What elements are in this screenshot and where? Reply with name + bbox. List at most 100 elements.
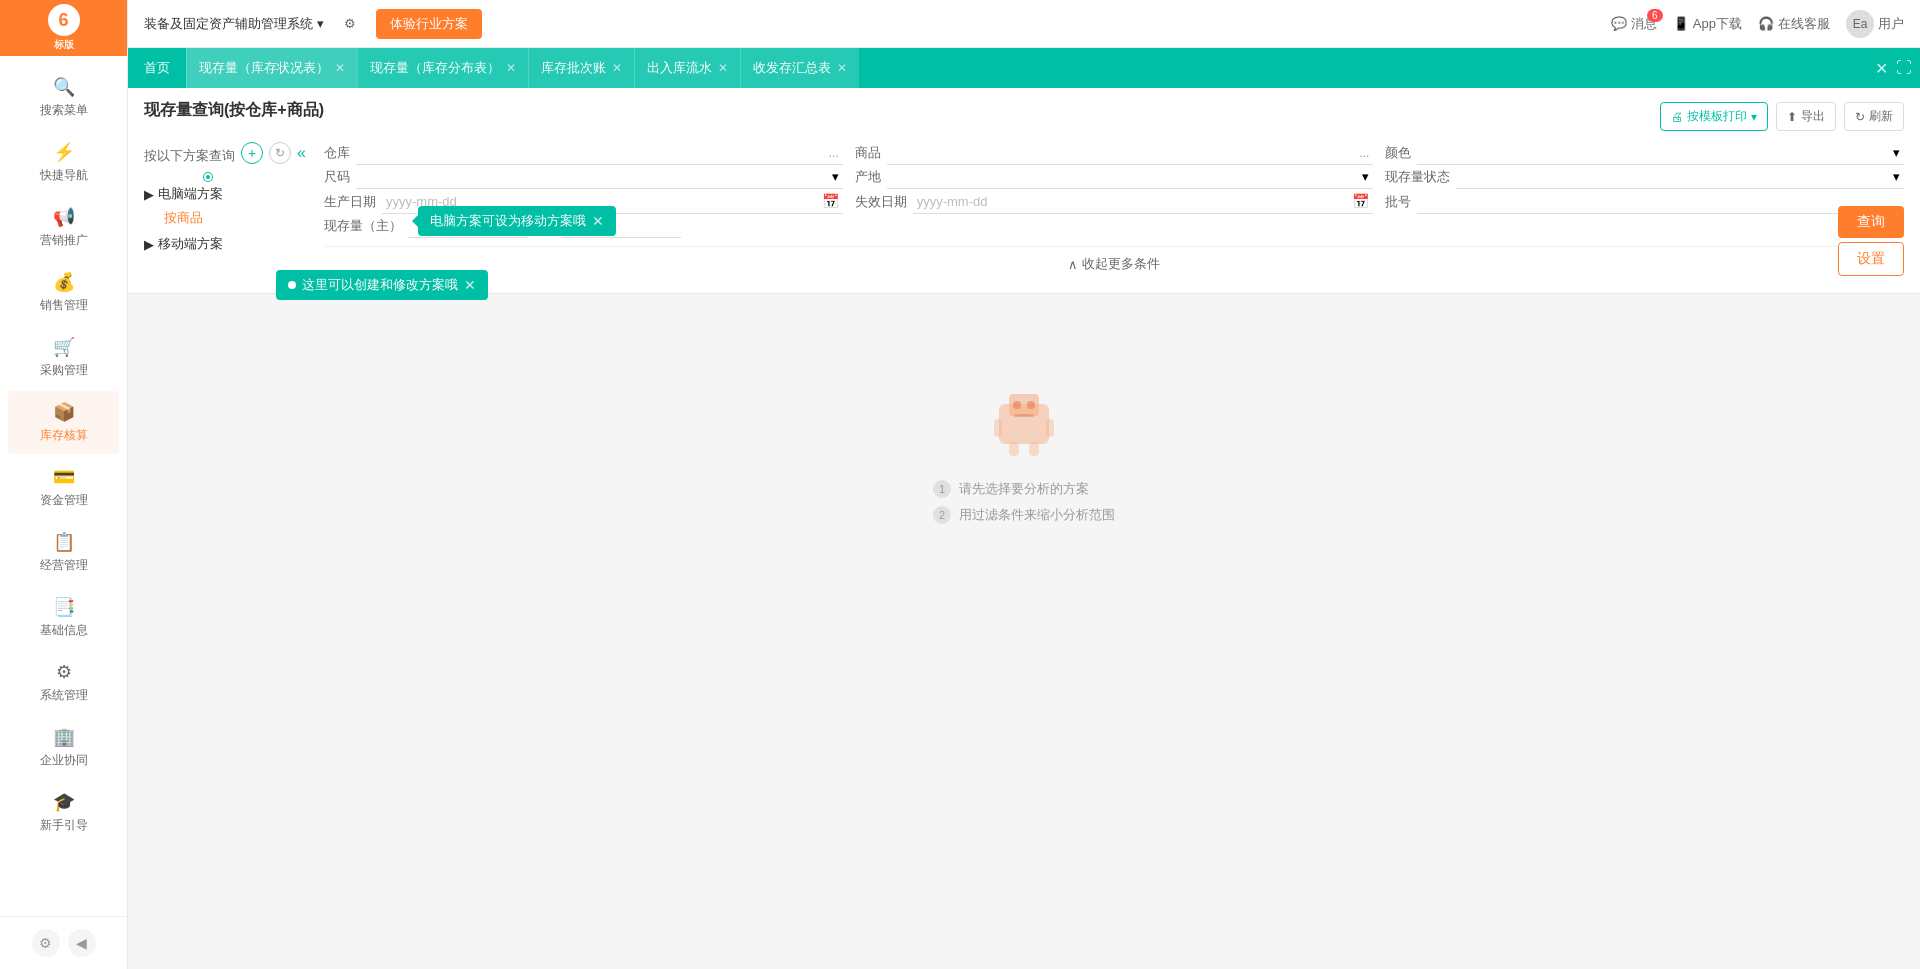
tab-bar: 首页 现存量（库存状况表） ✕ 现存量（库存分布表） ✕ 库存批次账 ✕ 出入库… (128, 48, 1920, 88)
collapse-btn[interactable]: ∧ 收起更多条件 (1068, 255, 1160, 273)
sidebar-item-operations[interactable]: 📋 经营管理 (8, 521, 119, 584)
app-download-btn[interactable]: 📱 App下载 (1673, 15, 1742, 33)
sidebar-item-guide[interactable]: 🎓 新手引导 (8, 781, 119, 844)
schema-group-pc: ▶ 电脑端方案 按商品 (144, 185, 312, 231)
schema-sidebar: 按以下方案查询 + ↻ « ▶ 电脑端方案 (144, 141, 324, 253)
size-select[interactable]: ▾ (356, 165, 843, 189)
tab-inventory-status-close-icon[interactable]: ✕ (335, 61, 345, 75)
online-support-label: 在线客服 (1778, 15, 1830, 33)
message-icon: 💬 (1611, 16, 1627, 31)
schema-refresh-btn[interactable]: ↻ (269, 142, 291, 164)
stock-status-field: 现存量状态 ▾ (1385, 165, 1904, 189)
sidebar-item-finance[interactable]: 💳 资金管理 (8, 456, 119, 519)
purchase-icon: 🛒 (53, 336, 75, 358)
product-more[interactable]: ... (1359, 146, 1369, 160)
sidebar-item-label-purchase: 采购管理 (40, 362, 88, 379)
batch-input[interactable] (1417, 190, 1904, 214)
warehouse-more[interactable]: ... (829, 146, 839, 160)
collapse-up-icon: ∧ (1068, 257, 1078, 272)
produce-date-calendar-icon[interactable]: 📅 (822, 193, 839, 209)
export-icon: ⬆ (1787, 110, 1797, 124)
schema-item-by-product[interactable]: 按商品 (144, 205, 312, 231)
export-btn[interactable]: ⬆ 导出 (1776, 102, 1836, 131)
user-avatar: Ea (1846, 10, 1874, 38)
collapse-row: ∧ 收起更多条件 (324, 246, 1904, 281)
user-area[interactable]: Ea 用户 (1846, 10, 1904, 38)
schema-group-mobile-label: 移动端方案 (158, 235, 223, 253)
tab-close-all-icon[interactable]: ✕ (1875, 59, 1888, 78)
sidebar-item-marketing[interactable]: 📢 营销推广 (8, 196, 119, 259)
query-btns: 查询 设置 (1838, 206, 1904, 276)
trial-industry-btn[interactable]: 体验行业方案 (376, 9, 482, 39)
color-select[interactable]: ▾ (1417, 141, 1904, 165)
export-label: 导出 (1801, 108, 1825, 125)
sidebar-item-label-search: 搜索菜单 (40, 102, 88, 119)
app-download-label: App下载 (1693, 15, 1742, 33)
empty-state-illustration (979, 374, 1069, 464)
svg-rect-6 (1046, 419, 1054, 437)
size-label: 尺码 (324, 168, 350, 186)
collapse-sidebar-btn[interactable]: ◀ (68, 929, 96, 957)
tab-home-label: 首页 (144, 59, 170, 77)
tab-home[interactable]: 首页 (128, 48, 186, 88)
sidebar-item-inventory[interactable]: 📦 库存核算 (8, 391, 119, 454)
tab-inventory-dist-close-icon[interactable]: ✕ (506, 61, 516, 75)
search-btn[interactable]: 查询 (1838, 206, 1904, 238)
sidebar-item-quicknav[interactable]: ⚡ 快捷导航 (8, 131, 119, 194)
sidebar-item-basic[interactable]: 📑 基础信息 (8, 586, 119, 649)
header-settings-btn[interactable]: ⚙ (336, 10, 364, 38)
tooltip-pc-close-icon[interactable]: ✕ (592, 213, 604, 229)
tooltip-edit-close-icon[interactable]: ✕ (464, 277, 476, 293)
stock-status-select[interactable]: ▾ (1456, 165, 1904, 189)
origin-chevron-icon: ▾ (1362, 169, 1369, 184)
schema-add-btn[interactable]: + (241, 142, 263, 164)
batch-label: 批号 (1385, 193, 1411, 211)
origin-select[interactable]: ▾ (887, 165, 1374, 189)
page-title: 现存量查询(按仓库+商品) (144, 100, 324, 121)
origin-field: 产地 ▾ (855, 165, 1374, 189)
sidebar-item-purchase[interactable]: 🛒 采购管理 (8, 326, 119, 389)
online-support-btn[interactable]: 🎧 在线客服 (1758, 15, 1830, 33)
tooltip-pc-text: 电脑方案可设为移动方案哦 (430, 212, 586, 230)
tab-inout-flow[interactable]: 出入库流水 ✕ (634, 48, 740, 88)
tab-inventory-dist[interactable]: 现存量（库存分布表） ✕ (357, 48, 528, 88)
tab-batch-account[interactable]: 库存批次账 ✕ (528, 48, 634, 88)
tab-recv-summary-close-icon[interactable]: ✕ (837, 61, 847, 75)
tab-inout-flow-close-icon[interactable]: ✕ (718, 61, 728, 75)
tab-maximize-icon[interactable]: ⛶ (1896, 59, 1912, 77)
top-header: 装备及固定资产辅助管理系统 ▾ ⚙ 体验行业方案 💬 消息 6 📱 App下载 … (128, 0, 1920, 48)
quicknav-icon: ⚡ (53, 141, 75, 163)
print-btn[interactable]: 🖨 按模板打印 ▾ (1660, 102, 1768, 131)
sidebar-item-search[interactable]: 🔍 搜索菜单 (8, 66, 119, 129)
tab-recv-summary-label: 收发存汇总表 (753, 59, 831, 77)
system-name-select[interactable]: 装备及固定资产辅助管理系统 ▾ (144, 15, 324, 33)
schema-back-icon[interactable]: « (297, 144, 306, 162)
tab-inventory-status[interactable]: 现存量（库存状况表） ✕ (186, 48, 357, 88)
tip-num-1: 1 (933, 480, 951, 498)
settings-bottom-btn[interactable]: ⚙ (32, 929, 60, 957)
schema-group-mobile-header[interactable]: ▶ 移动端方案 (144, 235, 312, 253)
message-btn[interactable]: 💬 消息 6 (1611, 15, 1657, 33)
tab-recv-summary[interactable]: 收发存汇总表 ✕ (740, 48, 859, 88)
main-area: 装备及固定资产辅助管理系统 ▾ ⚙ 体验行业方案 💬 消息 6 📱 App下载 … (128, 0, 1920, 969)
schema-group-pc-chevron-icon: ▶ (144, 187, 154, 202)
avatar-text: Ea (1853, 17, 1868, 31)
expire-date-input[interactable]: yyyy-mm-dd 📅 (913, 189, 1374, 214)
color-label: 颜色 (1385, 144, 1411, 162)
schema-group-pc-header[interactable]: ▶ 电脑端方案 (144, 185, 312, 203)
warehouse-input-area: ... (356, 142, 843, 165)
guide-icon: 🎓 (53, 791, 75, 813)
svg-rect-5 (994, 419, 1002, 437)
sidebar-item-enterprise[interactable]: 🏢 企业协同 (8, 716, 119, 779)
refresh-btn[interactable]: ↻ 刷新 (1844, 102, 1904, 131)
reset-btn[interactable]: 设置 (1838, 242, 1904, 276)
sidebar-item-system[interactable]: ⚙ 系统管理 (8, 651, 119, 714)
origin-label: 产地 (855, 168, 881, 186)
search-nav-icon: 🔍 (53, 76, 75, 98)
logo-icon: 6 (48, 4, 80, 36)
sidebar-item-sales[interactable]: 💰 销售管理 (8, 261, 119, 324)
expire-date-calendar-icon[interactable]: 📅 (1352, 193, 1369, 209)
schema-group-mobile-chevron-icon: ▶ (144, 237, 154, 252)
tab-batch-account-close-icon[interactable]: ✕ (612, 61, 622, 75)
tooltip-edit-text: 这里可以创建和修改方案哦 (302, 276, 458, 294)
